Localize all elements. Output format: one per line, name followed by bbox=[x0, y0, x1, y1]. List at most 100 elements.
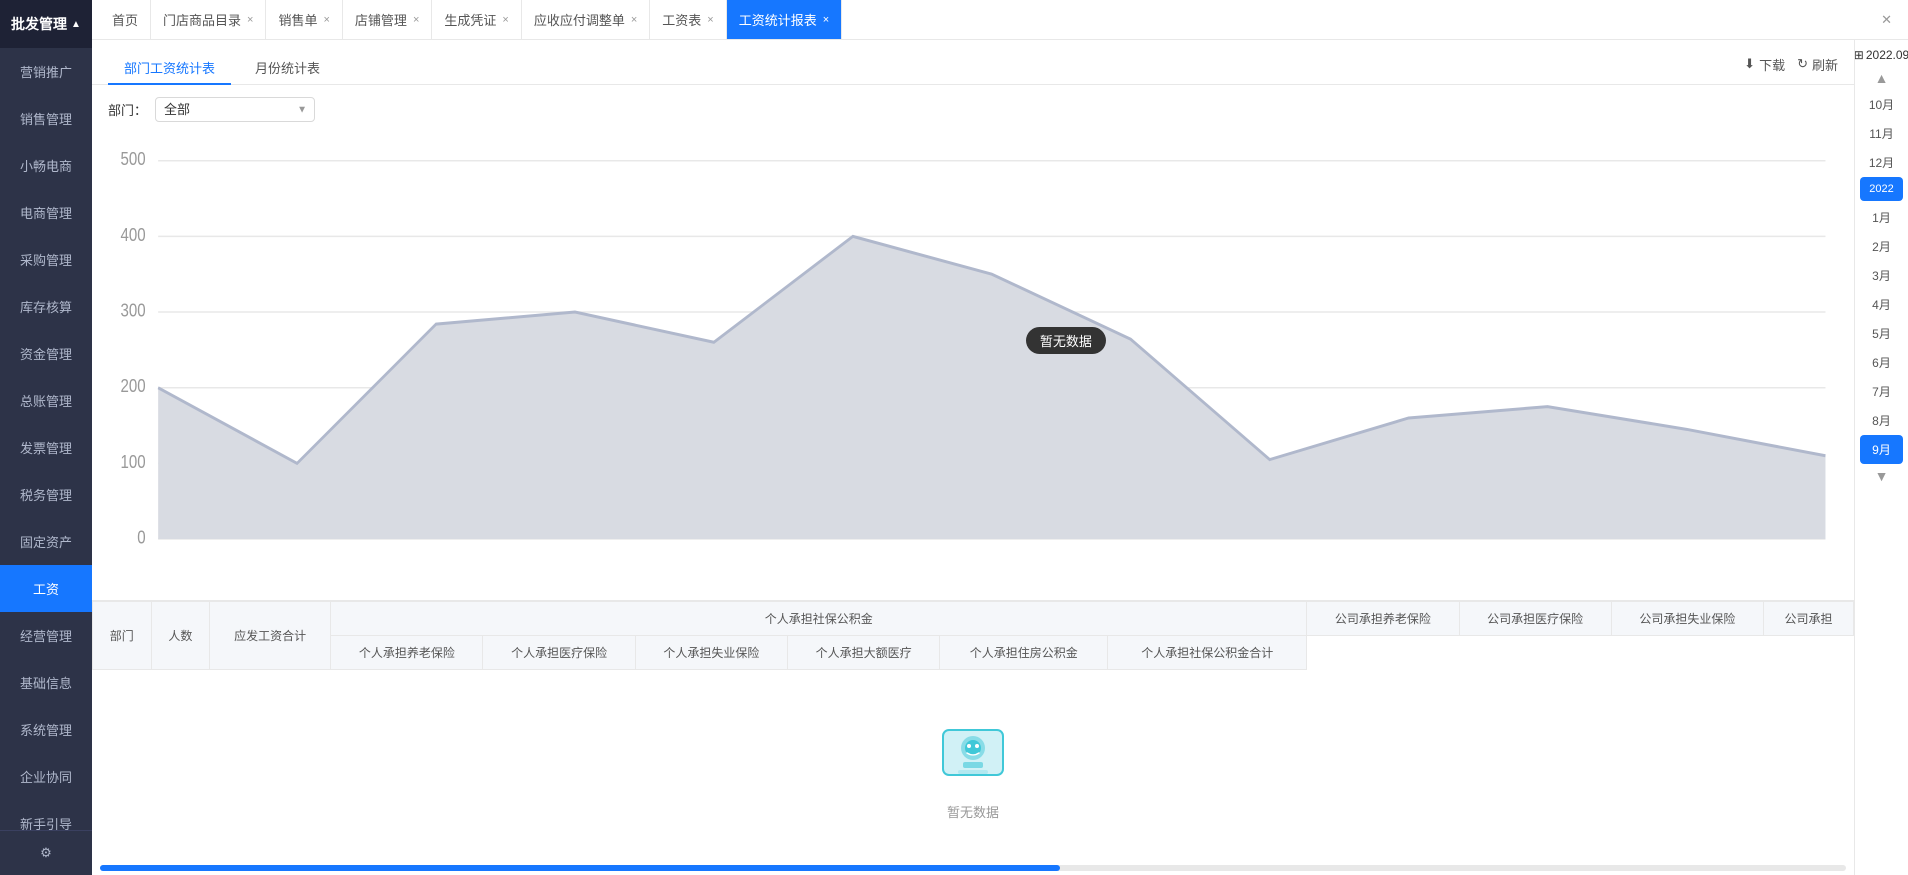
refresh-button[interactable]: ↻ 刷新 bbox=[1797, 55, 1838, 74]
month-feb[interactable]: 2月 bbox=[1855, 232, 1908, 261]
top-tab-close-7[interactable]: × bbox=[823, 14, 829, 26]
col-personal-housing: 个人承担住房公积金 bbox=[940, 636, 1108, 670]
month-nav-up[interactable]: ▲ bbox=[1855, 66, 1908, 90]
year-2022-label[interactable]: 2022 bbox=[1860, 177, 1902, 201]
svg-text:100: 100 bbox=[121, 452, 146, 473]
sidebar-item-14[interactable]: 系统管理 bbox=[0, 706, 92, 753]
top-tab-close-6[interactable]: × bbox=[707, 14, 713, 26]
col-total-wage: 应发工资合计 bbox=[210, 602, 331, 670]
download-icon: ⬇ bbox=[1744, 56, 1755, 72]
top-tab-label-0: 首页 bbox=[112, 10, 138, 29]
month-jul[interactable]: 7月 bbox=[1855, 377, 1908, 406]
sidebar-item-5[interactable]: 库存核算 bbox=[0, 283, 92, 330]
col-personal-pension: 个人承担养老保险 bbox=[331, 636, 483, 670]
empty-icon bbox=[933, 710, 1013, 790]
sidebar-item-8[interactable]: 发票管理 bbox=[0, 424, 92, 471]
col-dept: 部门 bbox=[93, 602, 152, 670]
content-area: 部门工资统计表 月份统计表 ⬇ 下载 ↻ 刷新 部门： bbox=[92, 40, 1908, 875]
col-personal-group: 个人承担社保公积金 bbox=[331, 602, 1307, 636]
sidebar-item-6[interactable]: 资金管理 bbox=[0, 330, 92, 377]
sidebar-header-arrow: ▲ bbox=[71, 19, 81, 30]
chart-area: 500 400 300 200 100 0 bbox=[92, 130, 1854, 600]
top-tab-5[interactable]: 应收应付调整单× bbox=[522, 0, 650, 39]
col-personal-total: 个人承担社保公积金合计 bbox=[1108, 636, 1307, 670]
sidebar-item-7[interactable]: 总账管理 bbox=[0, 377, 92, 424]
top-tab-label-2: 销售单 bbox=[278, 10, 317, 29]
wage-table: 部门 人数 应发工资合计 个人承担社保公积金 公司承担养老保险 公司承担医疗保险… bbox=[92, 601, 1854, 670]
chart-svg: 500 400 300 200 100 0 bbox=[108, 138, 1838, 592]
sidebar-item-2[interactable]: 小畅电商 bbox=[0, 142, 92, 189]
sidebar: 批发管理 ▲ 营销推广销售管理小畅电商电商管理采购管理库存核算资金管理总账管理发… bbox=[0, 0, 92, 875]
panel-date-label: 2022.09 bbox=[1866, 48, 1908, 62]
sidebar-title: 批发管理 bbox=[11, 14, 67, 34]
top-tab-close-1[interactable]: × bbox=[247, 14, 253, 26]
col-personal-medical: 个人承担医疗保险 bbox=[483, 636, 635, 670]
month-may[interactable]: 5月 bbox=[1855, 319, 1908, 348]
top-tab-label-3: 店铺管理 bbox=[355, 10, 407, 29]
month-nov[interactable]: 11月 bbox=[1855, 119, 1908, 148]
col-count: 人数 bbox=[151, 602, 210, 670]
col-company-medical: 公司承担医疗保险 bbox=[1459, 602, 1611, 636]
month-panel: ⊞ 2022.09 ▲ 10月 11月 12月 2022 1月 2月 3月 4月… bbox=[1854, 40, 1908, 875]
empty-text: 暂无数据 bbox=[947, 802, 999, 821]
download-button[interactable]: ⬇ 下载 bbox=[1744, 55, 1785, 74]
settings-icon: ⚙ bbox=[40, 845, 52, 860]
svg-text:0: 0 bbox=[137, 527, 145, 548]
month-mar[interactable]: 3月 bbox=[1855, 261, 1908, 290]
month-dec[interactable]: 12月 bbox=[1855, 148, 1908, 177]
tab-month-stats[interactable]: 月份统计表 bbox=[239, 52, 336, 85]
table-wrapper: 部门 人数 应发工资合计 个人承担社保公积金 公司承担养老保险 公司承担医疗保险… bbox=[92, 601, 1854, 670]
month-sep[interactable]: 9月 bbox=[1860, 435, 1902, 464]
sidebar-item-4[interactable]: 采购管理 bbox=[0, 236, 92, 283]
tab-dept-wage[interactable]: 部门工资统计表 bbox=[108, 52, 231, 85]
sidebar-item-0[interactable]: 营销推广 bbox=[0, 48, 92, 95]
top-tab-close-4[interactable]: × bbox=[502, 14, 508, 26]
table-section: 部门 人数 应发工资合计 个人承担社保公积金 公司承担养老保险 公司承担医疗保险… bbox=[92, 600, 1854, 875]
sidebar-item-1[interactable]: 销售管理 bbox=[0, 95, 92, 142]
sidebar-settings[interactable]: ⚙ bbox=[0, 830, 92, 875]
month-apr[interactable]: 4月 bbox=[1855, 290, 1908, 319]
close-all-tabs[interactable]: ✕ bbox=[1873, 12, 1900, 28]
month-nav-down[interactable]: ▼ bbox=[1855, 464, 1908, 488]
top-tab-0[interactable]: 首页 bbox=[100, 0, 151, 39]
top-tab-close-3[interactable]: × bbox=[413, 14, 419, 26]
toolbar-left: 部门： 全部 bbox=[108, 97, 315, 122]
top-tab-close-5[interactable]: × bbox=[631, 14, 637, 26]
sidebar-header[interactable]: 批发管理 ▲ bbox=[0, 0, 92, 48]
top-tab-7[interactable]: 工资统计报表× bbox=[727, 0, 842, 39]
svg-text:400: 400 bbox=[121, 225, 146, 246]
scrollbar-thumb[interactable] bbox=[100, 865, 1060, 871]
download-label: 下载 bbox=[1759, 55, 1785, 74]
empty-state: 暂无数据 bbox=[92, 670, 1854, 861]
page-content: 部门工资统计表 月份统计表 ⬇ 下载 ↻ 刷新 部门： bbox=[92, 40, 1854, 875]
top-tab-3[interactable]: 店铺管理 × bbox=[343, 0, 432, 39]
top-tab-2[interactable]: 销售单 × bbox=[266, 0, 342, 39]
month-oct[interactable]: 10月 bbox=[1855, 90, 1908, 119]
sidebar-item-9[interactable]: 税务管理 bbox=[0, 471, 92, 518]
sidebar-item-10[interactable]: 固定资产 bbox=[0, 518, 92, 565]
top-tab-1[interactable]: 门店商品目录 × bbox=[151, 0, 266, 39]
sidebar-item-15[interactable]: 企业协同 bbox=[0, 753, 92, 800]
month-jan[interactable]: 1月 bbox=[1855, 203, 1908, 232]
scrollbar-area[interactable] bbox=[92, 861, 1854, 875]
sidebar-item-11[interactable]: 工资 bbox=[0, 565, 92, 612]
sidebar-item-16[interactable]: 新手引导 bbox=[0, 800, 92, 830]
dept-select-wrapper[interactable]: 全部 bbox=[155, 97, 315, 122]
panel-date: ⊞ bbox=[1854, 48, 1864, 62]
top-tab-close-2[interactable]: × bbox=[323, 14, 329, 26]
month-aug[interactable]: 8月 bbox=[1855, 406, 1908, 435]
col-personal-major-med: 个人承担大额医疗 bbox=[787, 636, 939, 670]
sidebar-item-12[interactable]: 经营管理 bbox=[0, 612, 92, 659]
sidebar-item-3[interactable]: 电商管理 bbox=[0, 189, 92, 236]
top-tab-6[interactable]: 工资表× bbox=[650, 0, 726, 39]
col-company-more: 公司承担 bbox=[1764, 602, 1854, 636]
top-tab-bar: 首页门店商品目录×销售单×店铺管理×生成凭证×应收应付调整单×工资表×工资统计报… bbox=[92, 0, 1908, 40]
svg-text:500: 500 bbox=[121, 149, 146, 170]
month-jun[interactable]: 6月 bbox=[1855, 348, 1908, 377]
scrollbar-track[interactable] bbox=[100, 865, 1846, 871]
close-all-icon: ✕ bbox=[1881, 12, 1892, 28]
top-tab-label-1: 门店商品目录 bbox=[163, 10, 241, 29]
dept-select[interactable]: 全部 bbox=[155, 97, 315, 122]
sidebar-item-13[interactable]: 基础信息 bbox=[0, 659, 92, 706]
top-tab-4[interactable]: 生成凭证× bbox=[432, 0, 521, 39]
